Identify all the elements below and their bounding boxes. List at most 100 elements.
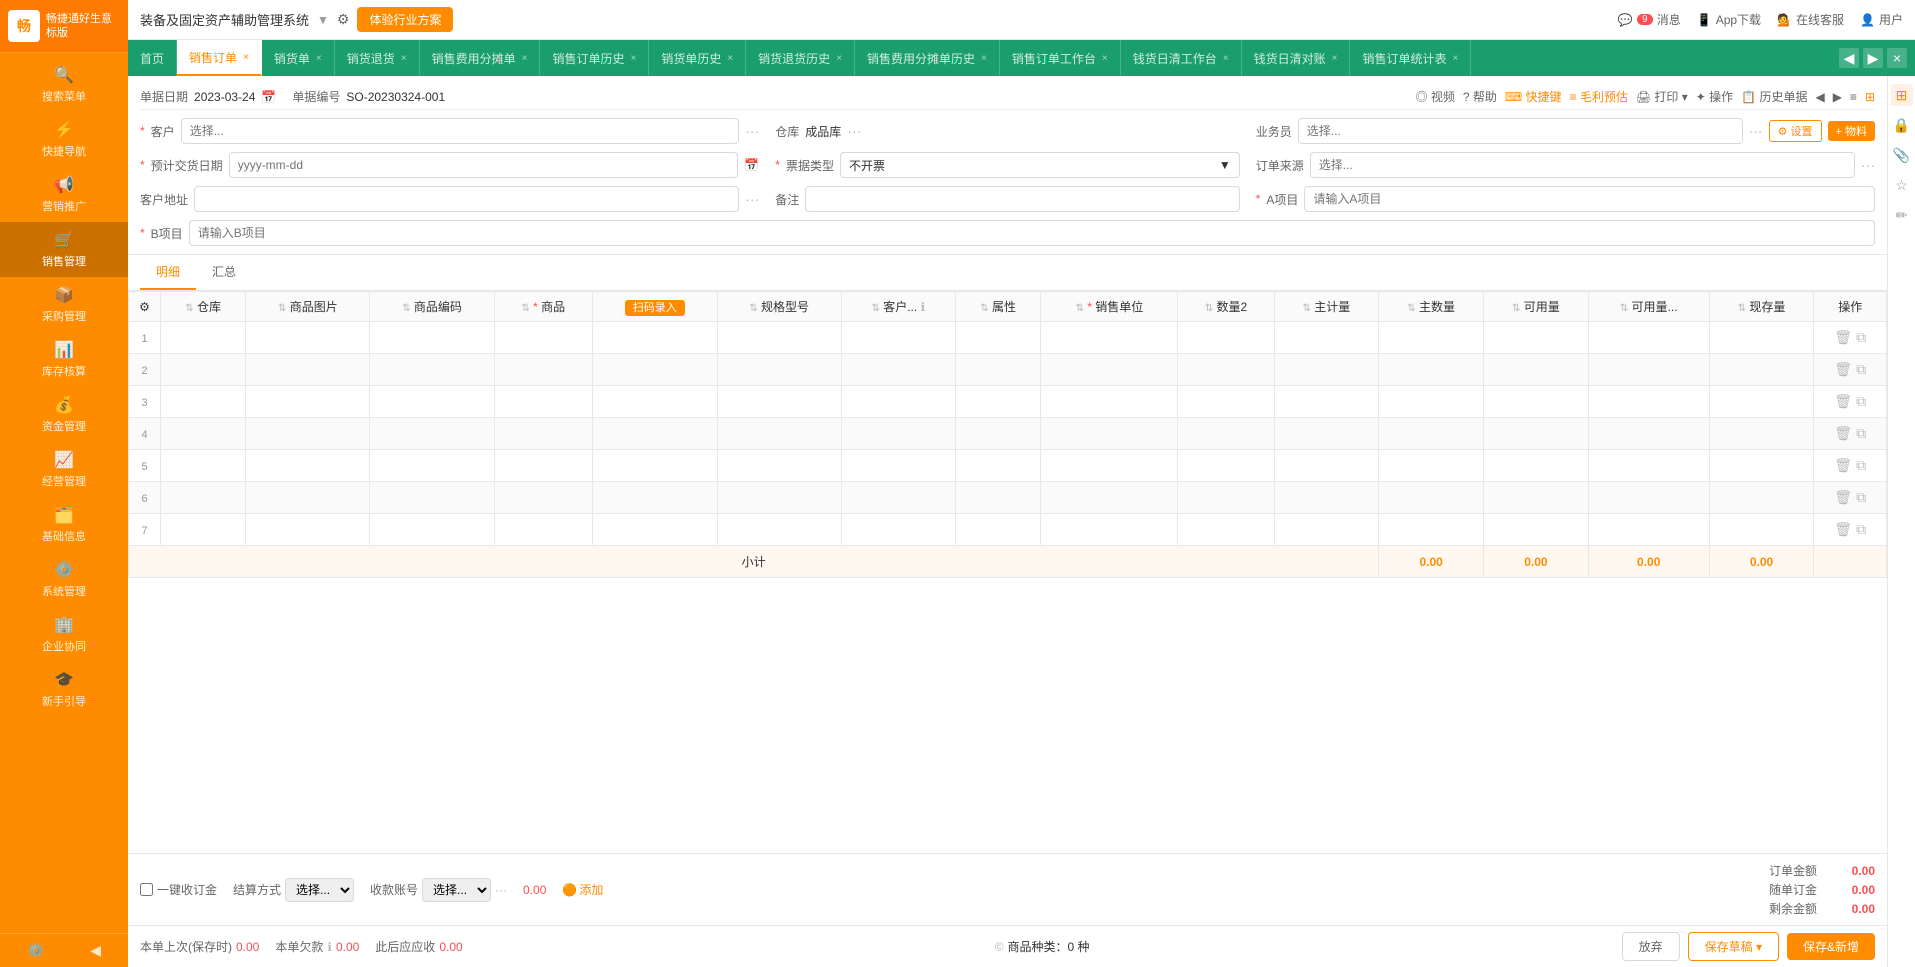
row-product-cell[interactable] — [494, 322, 592, 354]
sidebar-item-finance[interactable]: 💰 资金管理 — [0, 387, 128, 442]
row-qty2-cell[interactable] — [1178, 450, 1274, 482]
row-customer-cell[interactable] — [841, 482, 955, 514]
row-customer-cell[interactable] — [841, 386, 955, 418]
row-qty2-cell[interactable] — [1178, 386, 1274, 418]
info-icon[interactable]: ℹ — [921, 300, 926, 314]
scan-input-btn[interactable]: 扫码录入 — [625, 300, 685, 316]
tab-sales-order-summary[interactable]: 销售订单统计表× — [1350, 40, 1471, 76]
row-mq-cell[interactable] — [1379, 482, 1484, 514]
grid-view-icon[interactable]: ⊞ — [1865, 90, 1875, 104]
tab-close-sales-return2[interactable]: × — [401, 53, 407, 64]
row-attr-cell[interactable] — [955, 482, 1040, 514]
warehouse-value[interactable]: 成品库 — [805, 123, 841, 140]
print-btn[interactable]: 🖨 打印 ▾ — [1636, 88, 1688, 105]
row-mq-cell[interactable] — [1379, 450, 1484, 482]
row-spec-cell[interactable] — [717, 418, 841, 450]
row-attr-cell[interactable] — [955, 450, 1040, 482]
address-input[interactable] — [194, 186, 739, 212]
sort-icon-aq2[interactable]: ⇅ — [1620, 303, 1628, 314]
tab-detail[interactable]: 明细 — [140, 255, 196, 290]
row-warehouse-cell[interactable] — [161, 418, 246, 450]
sort-icon-spec[interactable]: ⇅ — [749, 303, 757, 314]
sort-icon-mq[interactable]: ⇅ — [1407, 303, 1415, 314]
bank-account-select[interactable]: 选择... — [422, 878, 491, 902]
col-scan[interactable]: 扫码录入 — [592, 292, 717, 322]
header-settings-icon[interactable]: ⚙ — [337, 11, 350, 28]
tab-nav-left-btn[interactable]: ◀ — [1839, 48, 1859, 68]
row-copy-icon[interactable]: ⧉ — [1856, 425, 1866, 442]
row-product-cell[interactable] — [494, 482, 592, 514]
row-delete-icon[interactable]: 🗑 — [1834, 521, 1852, 538]
row-warehouse-cell[interactable] — [161, 450, 246, 482]
video-btn[interactable]: ◎ 视频 — [1415, 88, 1454, 105]
row-code-cell[interactable] — [370, 450, 494, 482]
salesperson-input[interactable] — [1298, 118, 1743, 144]
row-customer-cell[interactable] — [841, 514, 955, 546]
row-warehouse-cell[interactable] — [161, 482, 246, 514]
tab-sales-order-history[interactable]: 销售订单历史× — [540, 40, 649, 76]
row-warehouse-cell[interactable] — [161, 322, 246, 354]
row-mq-cell[interactable] — [1379, 322, 1484, 354]
invoice-type-select[interactable]: 不开票 ▼ — [840, 152, 1240, 178]
settings-btn[interactable]: ⚙ 设置 — [1769, 120, 1822, 142]
row-code-cell[interactable] — [370, 354, 494, 386]
discard-button[interactable]: 放弃 — [1622, 932, 1680, 961]
tab-cash-daily-account[interactable]: 钱货日清对账× — [1242, 40, 1351, 76]
nav-next-icon[interactable]: ▶ — [1833, 90, 1842, 104]
sidebar-item-guide[interactable]: 🎓 新手引导 — [0, 662, 128, 717]
sidebar-item-sales[interactable]: 🛒 销售管理 — [0, 222, 128, 277]
row-copy-icon[interactable]: ⧉ — [1856, 361, 1866, 378]
list-view-icon[interactable]: ≡ — [1850, 90, 1857, 104]
settlement-select[interactable]: 选择... — [285, 878, 354, 902]
row-customer-cell[interactable] — [841, 322, 955, 354]
row-delete-icon[interactable]: 🗑 — [1834, 489, 1852, 506]
row-code-cell[interactable] — [370, 514, 494, 546]
header-online-service[interactable]: 💁在线客服 — [1777, 11, 1844, 28]
row-warehouse-cell[interactable] — [161, 514, 246, 546]
tab-summary[interactable]: 汇总 — [196, 255, 252, 290]
system-arrow-icon[interactable]: ▼ — [317, 13, 329, 27]
sort-icon-aq[interactable]: ⇅ — [1512, 303, 1520, 314]
row-mq-cell[interactable] — [1379, 354, 1484, 386]
sidebar-item-quick-nav[interactable]: ⚡ 快捷导航 — [0, 112, 128, 167]
tab-sales-expense-history[interactable]: 销售费用分摊单历史× — [855, 40, 1000, 76]
tab-close-all-btn[interactable]: × — [1887, 48, 1907, 68]
tab-home[interactable]: 首页 — [128, 40, 177, 76]
row-qty2-cell[interactable] — [1178, 322, 1274, 354]
row-product-cell[interactable] — [494, 450, 592, 482]
sort-icon[interactable]: ⇅ — [185, 303, 193, 314]
row-delete-icon[interactable]: 🗑 — [1834, 361, 1852, 378]
sidebar-item-search[interactable]: 🔍 搜索菜单 — [0, 57, 128, 112]
row-attr-cell[interactable] — [955, 418, 1040, 450]
tab-close-sales-order-workbench[interactable]: × — [1102, 53, 1108, 64]
row-unit-cell[interactable] — [1041, 482, 1178, 514]
row-product-cell[interactable] — [494, 354, 592, 386]
b-project-input[interactable] — [189, 220, 1875, 246]
row-qty2-cell[interactable] — [1178, 354, 1274, 386]
right-sidebar-lock-icon[interactable]: 🔒 — [1891, 114, 1913, 136]
tab-close-sales-return2-history[interactable]: × — [836, 53, 842, 64]
sort-icon-cq[interactable]: ⇅ — [1738, 303, 1746, 314]
sort-icon-img[interactable]: ⇅ — [278, 303, 286, 314]
tab-sales-return-history[interactable]: 销货单历史× — [649, 40, 746, 76]
row-delete-icon[interactable]: 🗑 — [1834, 393, 1852, 410]
row-warehouse-cell[interactable] — [161, 386, 246, 418]
row-unit-cell[interactable] — [1041, 514, 1178, 546]
row-customer-cell[interactable] — [841, 418, 955, 450]
sidebar-item-inventory[interactable]: 📊 库存核算 — [0, 332, 128, 387]
sidebar-item-base-info[interactable]: 🗂️ 基础信息 — [0, 497, 128, 552]
order-source-input[interactable] — [1310, 152, 1855, 178]
remark-input[interactable] — [805, 186, 1239, 212]
tab-sales-return2[interactable]: 销货退货× — [335, 40, 420, 76]
row-warehouse-cell[interactable] — [161, 354, 246, 386]
row-unit-cell[interactable] — [1041, 450, 1178, 482]
tab-close-cash-daily-account[interactable]: × — [1332, 53, 1338, 64]
salesperson-more-icon[interactable]: ··· — [1749, 123, 1763, 139]
table-settings-icon[interactable]: ⚙ — [139, 300, 150, 314]
row-qty2-cell[interactable] — [1178, 482, 1274, 514]
tab-close-cash-daily-workbench[interactable]: × — [1223, 53, 1229, 64]
customer-more-icon[interactable]: ··· — [745, 123, 759, 139]
nav-prev-icon[interactable]: ◀ — [1815, 90, 1824, 104]
row-code-cell[interactable] — [370, 386, 494, 418]
row-product-cell[interactable] — [494, 386, 592, 418]
